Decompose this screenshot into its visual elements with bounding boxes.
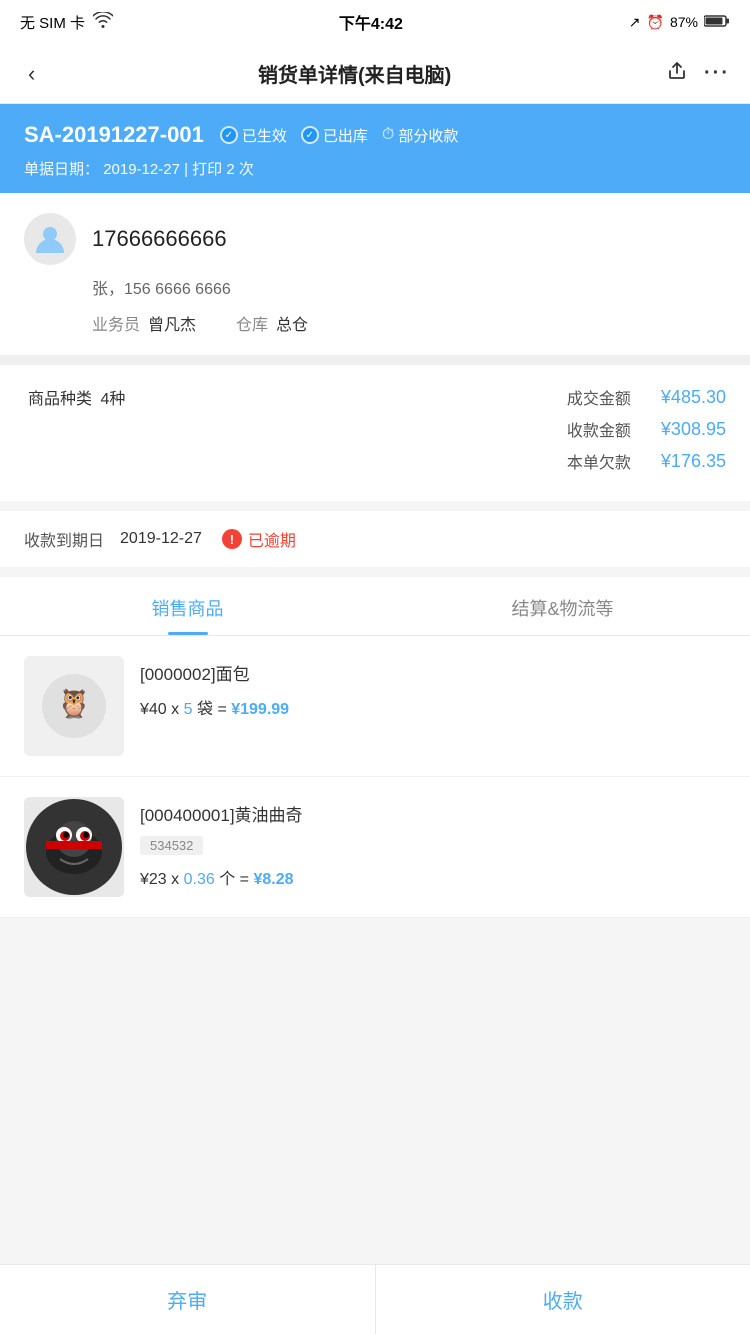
cancel-button[interactable]: 弃审 — [0, 1265, 376, 1334]
nav-bar: ‹ 销货单详情(来自电脑) ··· — [0, 44, 750, 104]
tab-sales-products[interactable]: 销售商品 — [0, 577, 375, 635]
check-shipped-icon: ✓ — [301, 126, 319, 144]
salesperson-label: 业务员 — [92, 311, 140, 335]
product-total-cookie: ¥8.28 — [253, 871, 293, 888]
clock-icon: ⏱ — [382, 126, 394, 144]
customer-name: 张，156 6666 6666 — [92, 275, 726, 299]
salesperson-value: 曾凡杰 — [148, 311, 196, 335]
more-button[interactable]: ··· — [704, 62, 730, 85]
alarm-icon: ⏰ — [647, 14, 664, 31]
check-active-icon: ✓ — [220, 126, 238, 144]
product-info-cookie: [000400001]黄油曲奇 534532 ¥23 x 0.36 个 = ¥8… — [140, 797, 726, 889]
overdue-dot-icon: ! — [222, 529, 242, 549]
status-active: ✓ 已生效 — [220, 125, 287, 146]
product-thumb-cookie — [24, 797, 124, 897]
received-value: ¥308.95 — [661, 419, 726, 440]
back-button[interactable]: ‹ — [20, 53, 43, 95]
product-total-bread: ¥199.99 — [231, 701, 289, 718]
due-date-value: 2019-12-27 — [120, 530, 202, 548]
products-section: 🦉 [0000002]面包 ¥40 x 5 袋 = ¥199.99 — [0, 636, 750, 918]
carrier-label: 无 SIM 卡 — [20, 12, 85, 33]
product-item-cookie: [000400001]黄油曲奇 534532 ¥23 x 0.36 个 = ¥8… — [0, 777, 750, 918]
salesperson-item: 业务员 曾凡杰 — [92, 311, 196, 335]
battery-percent: 87% — [670, 14, 698, 30]
divider-1 — [0, 355, 750, 365]
customer-phone: 17666666666 — [92, 226, 227, 252]
customer-section: 17666666666 张，156 6666 6666 业务员 曾凡杰 仓库 总… — [0, 193, 750, 355]
product-item: 🦉 [0000002]面包 ¥40 x 5 袋 = ¥199.99 — [0, 636, 750, 777]
battery-icon — [704, 14, 730, 31]
avatar — [24, 213, 76, 265]
product-info-bread: [0000002]面包 ¥40 x 5 袋 = ¥199.99 — [140, 656, 726, 719]
svg-text:🦉: 🦉 — [57, 688, 92, 720]
received-label: 收款金额 — [567, 417, 631, 441]
due-section: 收款到期日 2019-12-27 ! 已逾期 — [0, 511, 750, 567]
nav-actions: ··· — [666, 60, 730, 88]
product-price-bread: ¥40 x 5 袋 = ¥199.99 — [140, 695, 726, 719]
tabs-row: 销售商品 结算&物流等 — [0, 577, 750, 635]
wifi-icon — [93, 12, 113, 32]
transaction-label: 成交金额 — [567, 385, 631, 409]
status-badges: ✓ 已生效 ✓ 已出库 ⏱ 部分收款 — [220, 125, 459, 146]
confirm-button[interactable]: 收款 — [376, 1265, 750, 1334]
warehouse-item: 仓库 总仓 — [236, 311, 308, 335]
status-left: 无 SIM 卡 — [20, 12, 113, 33]
bottom-bar: 弃审 收款 — [0, 1264, 750, 1334]
warehouse-value: 总仓 — [276, 311, 308, 335]
status-bar: 无 SIM 卡 下午4:42 ↗ ⏰ 87% — [0, 0, 750, 44]
bottom-spacer — [0, 918, 750, 998]
share-button[interactable] — [666, 60, 688, 88]
status-shipped: ✓ 已出库 — [301, 125, 368, 146]
transaction-row: 成交金额 ¥485.30 — [567, 385, 726, 409]
summary-right: 成交金额 ¥485.30 收款金额 ¥308.95 本单欠款 ¥176.35 — [567, 385, 726, 481]
received-row: 收款金额 ¥308.95 — [567, 417, 726, 441]
customer-meta: 业务员 曾凡杰 仓库 总仓 — [92, 311, 726, 335]
summary-section: 商品种类 4种 成交金额 ¥485.30 收款金额 ¥308.95 本单欠款 ¥… — [0, 365, 750, 501]
product-sku-cookie: 534532 — [140, 836, 203, 855]
product-qty-bread: 5 — [184, 701, 193, 718]
overdue-badge: ! 已逾期 — [222, 527, 296, 551]
owed-label: 本单欠款 — [567, 449, 631, 473]
transaction-value: ¥485.30 — [661, 387, 726, 408]
status-right: ↗ ⏰ 87% — [629, 14, 730, 31]
status-time: 下午4:42 — [339, 10, 403, 34]
order-id: SA-20191227-001 — [24, 122, 204, 148]
overdue-text: 已逾期 — [248, 527, 296, 551]
due-label: 收款到期日 — [24, 527, 104, 551]
location-icon: ↗ — [629, 14, 641, 31]
warehouse-label: 仓库 — [236, 311, 268, 335]
banner-sub: 单据日期： 2019-12-27 | 打印 2 次 — [24, 158, 726, 179]
tabs-section: 销售商品 结算&物流等 — [0, 577, 750, 636]
status-partial: ⏱ 部分收款 — [382, 125, 459, 146]
product-name-bread: [0000002]面包 — [140, 660, 726, 685]
product-thumb-bread: 🦉 — [24, 656, 124, 756]
product-qty-cookie: 0.36 — [184, 871, 215, 888]
owed-value: ¥176.35 — [661, 451, 726, 472]
product-name-cookie: [000400001]黄油曲奇 — [140, 801, 726, 826]
tab-settlement[interactable]: 结算&物流等 — [375, 577, 750, 635]
summary-left: 商品种类 4种 — [24, 385, 125, 413]
owed-row: 本单欠款 ¥176.35 — [567, 449, 726, 473]
category-item: 商品种类 4种 — [24, 385, 125, 409]
header-banner: SA-20191227-001 ✓ 已生效 ✓ 已出库 ⏱ 部分收款 单据日期：… — [0, 104, 750, 193]
product-price-cookie: ¥23 x 0.36 个 = ¥8.28 — [140, 865, 726, 889]
page-title: 销货单详情(来自电脑) — [258, 59, 451, 88]
